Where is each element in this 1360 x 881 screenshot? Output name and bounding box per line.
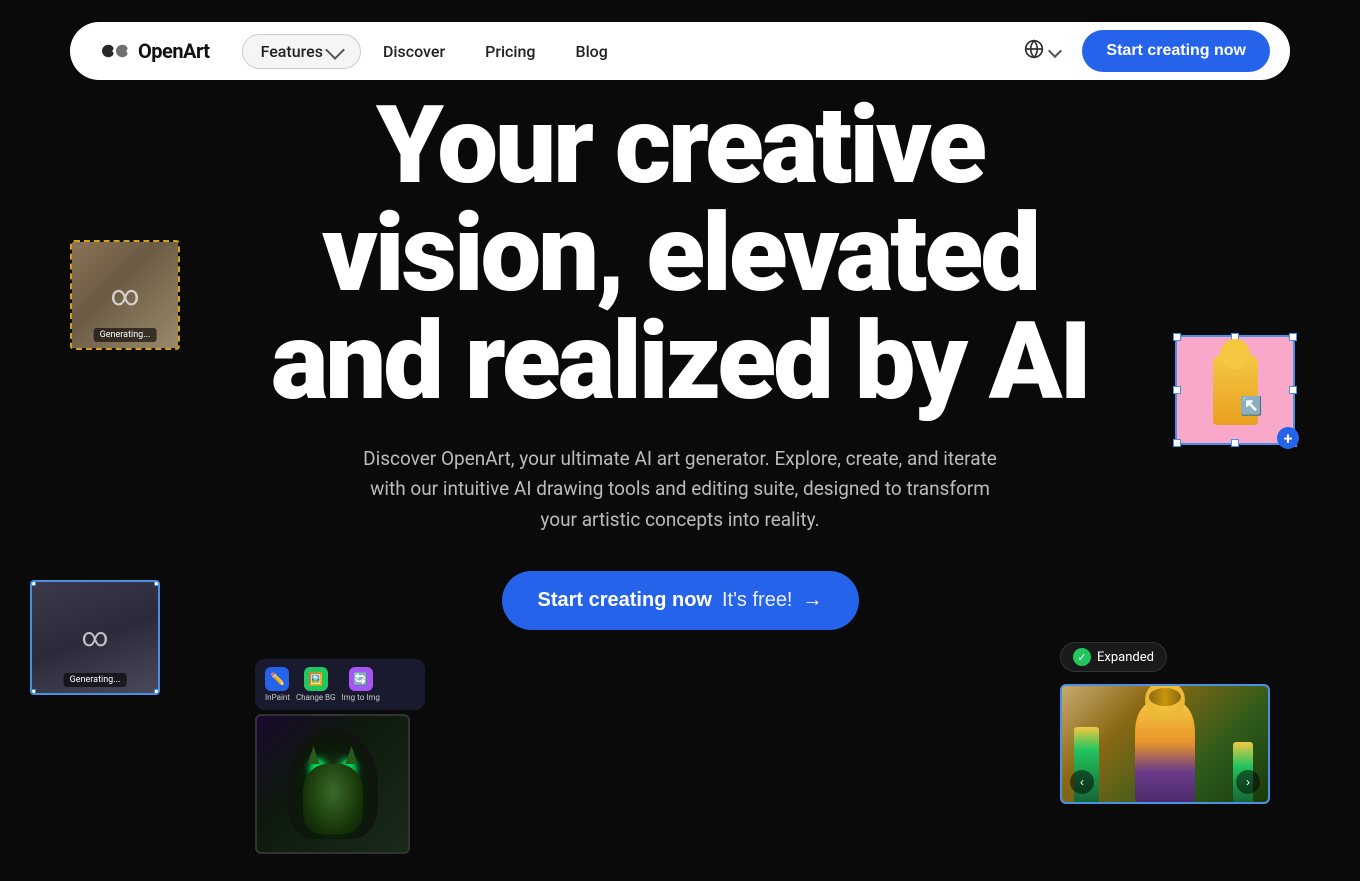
hero-subtitle: Discover OpenArt, your ultimate AI art g… bbox=[360, 444, 1000, 535]
chevron-down-icon bbox=[325, 40, 345, 60]
expanded-image-frame: ‹ › bbox=[1060, 684, 1270, 804]
float-toolbar-cat: ✏️ InPaint 🖼️ Change BG 🔄 Img to Img bbox=[255, 659, 425, 854]
language-selector[interactable] bbox=[1012, 32, 1072, 70]
cta-arrow-icon: → bbox=[803, 589, 823, 612]
toolbar-imgtoimg[interactable]: 🔄 Img to Img bbox=[341, 667, 379, 702]
nav-right: Start creating now bbox=[1012, 30, 1270, 72]
add-badge: + bbox=[1277, 427, 1299, 449]
cta-free-label: It's free! bbox=[722, 589, 793, 612]
start-creating-hero-button[interactable]: Start creating now It's free! → bbox=[502, 571, 859, 630]
float-person-bottom-left: ∞ Generating... bbox=[30, 580, 160, 695]
toolbar-changebg[interactable]: 🖼️ Change BG bbox=[296, 667, 336, 702]
logo-icon bbox=[98, 41, 130, 61]
chevron-down-icon bbox=[1048, 44, 1062, 58]
logo-text: OpenArt bbox=[138, 39, 210, 63]
globe-icon bbox=[1024, 39, 1044, 63]
float-cat-top-left: ∞ Generating... bbox=[70, 240, 180, 350]
hero-title: Your creative vision, elevated and reali… bbox=[80, 92, 1280, 416]
float-expanded-right-bottom: ✓ Expanded ‹ › bbox=[1060, 642, 1270, 804]
neon-cat-image bbox=[255, 714, 410, 854]
cta-main-label: Start creating now bbox=[538, 589, 712, 612]
logo-area[interactable]: OpenArt bbox=[98, 39, 210, 63]
float-figure-right-top: ↖️ + bbox=[1175, 335, 1295, 445]
start-creating-nav-button[interactable]: Start creating now bbox=[1082, 30, 1270, 72]
nav-item-discover[interactable]: Discover bbox=[365, 35, 463, 68]
generating-label-bottom-left: Generating... bbox=[64, 673, 127, 687]
nav-links: Features Discover Pricing Blog bbox=[242, 34, 1013, 69]
generating-label-top: Generating... bbox=[94, 328, 157, 342]
toolbar-inpaint[interactable]: ✏️ InPaint bbox=[265, 667, 290, 702]
nav-item-blog[interactable]: Blog bbox=[557, 35, 625, 68]
image-next-button[interactable]: › bbox=[1236, 770, 1260, 794]
nav-item-features[interactable]: Features bbox=[242, 34, 361, 69]
hero-section: Your creative vision, elevated and reali… bbox=[0, 92, 1360, 630]
check-circle-icon: ✓ bbox=[1073, 648, 1091, 666]
cursor-icon: ↖️ bbox=[1240, 396, 1262, 417]
nav-item-pricing[interactable]: Pricing bbox=[467, 35, 553, 68]
expanded-badge: ✓ Expanded bbox=[1060, 642, 1167, 672]
navbar: OpenArt Features Discover Pricing Blog S bbox=[70, 22, 1290, 80]
image-prev-button[interactable]: ‹ bbox=[1070, 770, 1094, 794]
